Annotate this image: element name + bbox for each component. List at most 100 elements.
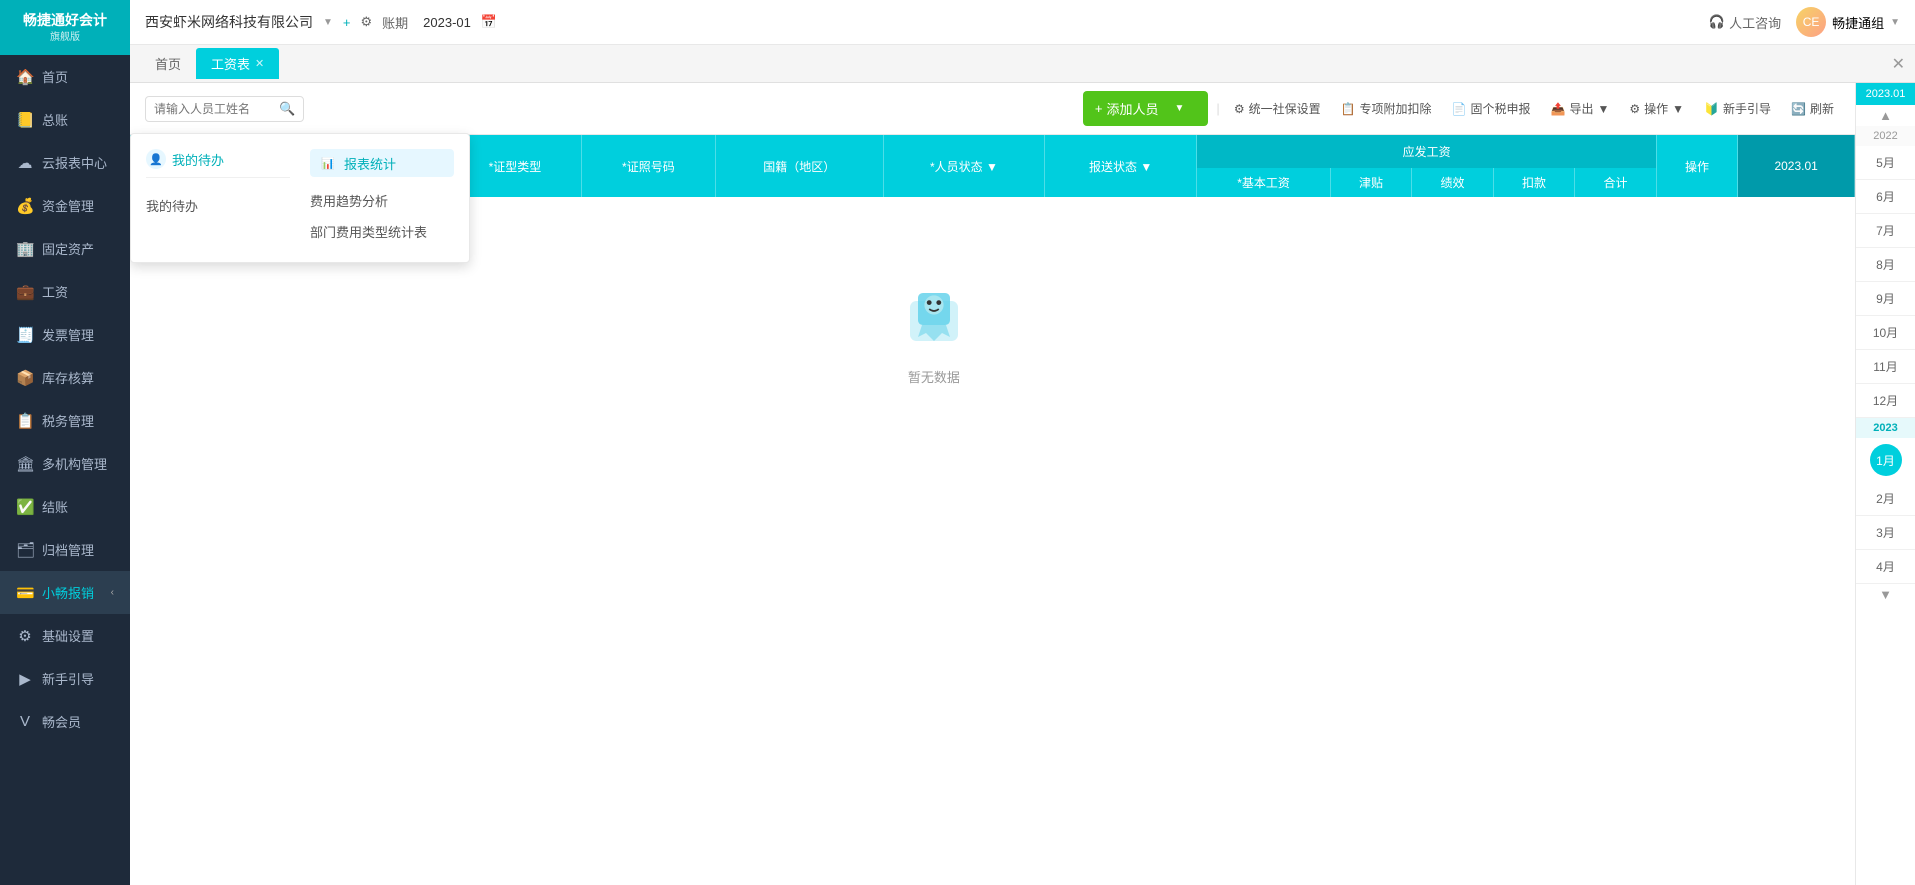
user-profile[interactable]: CE 畅捷通组 ▼ [1796,7,1900,37]
guide-btn[interactable]: 🔰 新手引导 [1698,100,1777,117]
tr-icon: 📄 [1452,102,1467,116]
month-12[interactable]: 12月 [1856,384,1915,418]
tabs-bar: 首页 工资表 ✕ ✕ [130,45,1915,83]
col-status: *人员状态 ▼ [883,135,1044,197]
toolbar: 🔍 + 添加人员 ▼ | ⚙ 统一社保设置 📋 专项附加扣除 [130,83,1855,135]
user-dropdown-arrow: ▼ [1890,17,1900,28]
toolbar-right: + 添加人员 ▼ | ⚙ 统一社保设置 📋 专项附加扣除 📄 [1083,91,1840,126]
empty-text: 暂无数据 [908,367,960,386]
month-9[interactable]: 9月 [1856,282,1915,316]
tax-report-btn[interactable]: 📄 固个税申报 [1446,100,1537,117]
sub-col-performance: 绩效 [1412,168,1494,197]
calendar-icon[interactable]: 📅 [481,14,497,30]
sidebar-item-cloud-report[interactable]: ☁ 云报表中心 [0,141,130,184]
ledger-icon: 📒 [16,111,34,129]
sidebar-item-home[interactable]: 🏠 首页 [0,55,130,98]
period-value: 2023-01 [423,15,471,30]
popup-cost-trend[interactable]: 费用趋势分析 [310,185,454,216]
current-year-section: 2023 1月 2月 3月 4月 [1856,418,1915,584]
sidebar-item-funds[interactable]: 💰 资金管理 [0,184,130,227]
op-arrow: ▼ [1672,102,1684,116]
export-btn[interactable]: 📤 导出 ▼ [1545,100,1616,117]
funds-icon: 💰 [16,197,34,215]
col-operations-header: 操作 [1656,135,1738,197]
tax-deduction-btn[interactable]: 📋 专项附加扣除 [1335,100,1438,117]
sidebar-item-close-account[interactable]: ✅ 结账 [0,485,130,528]
add-icon: + [1095,101,1103,116]
app-sub: 旗舰版 [50,28,80,43]
operation-btn[interactable]: ⚙ 操作 ▼ [1623,100,1690,117]
month-3[interactable]: 3月 [1856,516,1915,550]
month-2[interactable]: 2月 [1856,482,1915,516]
tab-close-btn[interactable]: ✕ [255,57,264,70]
sidebar-item-expense[interactable]: 💳 小畅报销 ‹ [0,571,130,614]
home-icon: 🏠 [16,68,34,86]
month-10[interactable]: 10月 [1856,316,1915,350]
month-4[interactable]: 4月 [1856,550,1915,584]
sidebar-item-invoice[interactable]: 🧾 发票管理 [0,313,130,356]
month-11[interactable]: 11月 [1856,350,1915,384]
popup-menu: 👤 我的待办 我的待办 📊 报表统计 费用趋势分析 部门费用类型统计表 [130,133,470,263]
month-7[interactable]: 7月 [1856,214,1915,248]
close-window-btn[interactable]: ✕ [1892,54,1905,74]
sidebar-item-general-ledger[interactable]: 📒 总账 [0,98,130,141]
si-label: 统一社保设置 [1249,100,1321,117]
sub-col-base: *基本工资 [1197,168,1330,197]
popup-reports-title: 报表统计 [344,154,396,173]
popup-col-reports: 📊 报表统计 费用趋势分析 部门费用类型统计表 [310,149,454,247]
month-5[interactable]: 5月 [1856,146,1915,180]
cloud-icon: ☁ [16,154,34,172]
tab-salary[interactable]: 工资表 ✕ [196,48,279,79]
tr-label: 固个税申报 [1471,100,1531,117]
social-insurance-btn[interactable]: ⚙ 统一社保设置 [1228,100,1327,117]
add-dropdown-caret: ▼ [1163,97,1197,120]
assets-icon: 🏢 [16,240,34,258]
sidebar-item-archive[interactable]: 🗂 归档管理 [0,528,130,571]
col-report-status: 报送状态 ▼ [1044,135,1196,197]
add-person-btn[interactable]: + 添加人员 ▼ [1083,91,1209,126]
archive-icon: 🗂 [16,541,34,559]
sub-col-total: 合计 [1575,168,1657,197]
support-btn[interactable]: 🎧 人工咨询 [1709,13,1781,32]
top-header: 西安虾米网络科技有限公司 ▼ + ⚙ 账期 2023-01 📅 🎧 人工咨询 C… [130,0,1915,45]
month-1-active[interactable]: 1月 [1870,444,1902,476]
month-6[interactable]: 6月 [1856,180,1915,214]
sidebar-item-salary[interactable]: 💼 工资 [0,270,130,313]
sidebar-item-member[interactable]: V 畅会员 [0,700,130,743]
main-area: 西安虾米网络科技有限公司 ▼ + ⚙ 账期 2023-01 📅 🎧 人工咨询 C… [130,0,1915,885]
month-8[interactable]: 8月 [1856,248,1915,282]
sidebar-item-inventory[interactable]: 📦 库存核算 [0,356,130,399]
popup-dept-cost[interactable]: 部门费用类型统计表 [310,216,454,247]
empty-illustration [894,277,974,357]
inventory-icon: 📦 [16,369,34,387]
search-input[interactable] [154,102,274,116]
sidebar-item-fixed-assets[interactable]: 🏢 固定资产 [0,227,130,270]
sidebar-item-tax[interactable]: 📋 税务管理 [0,399,130,442]
sidebar-item-settings[interactable]: ⚙ 基础设置 [0,614,130,657]
sidebar-item-label: 库存核算 [42,368,94,387]
company-name: 西安虾米网络科技有限公司 [145,12,313,32]
period-label: 账期 [382,13,408,32]
prev-year-label: 2022 [1856,126,1915,146]
export-arrow: ▼ [1598,102,1610,116]
sidebar-item-label: 税务管理 [42,411,94,430]
add-company-btn[interactable]: + [343,15,351,30]
refresh-btn[interactable]: 🔄 刷新 [1785,100,1840,117]
strip-up-btn[interactable]: ▲ [1856,105,1915,126]
col-id-number: *证照号码 [582,135,715,197]
support-label: 人工咨询 [1729,13,1781,32]
tab-home[interactable]: 首页 [140,48,196,79]
sidebar-item-multi-org[interactable]: 🏛 多机构管理 [0,442,130,485]
search-icon[interactable]: 🔍 [279,101,295,117]
month-strip: 2023.01 ▲ 2022 5月 6月 7月 8月 9月 10月 11月 12… [1855,83,1915,885]
company-dropdown-arrow[interactable]: ▼ [323,17,333,28]
popup-my-todo[interactable]: 我的待办 [146,190,290,221]
expense-popup: 👤 我的待办 我的待办 📊 报表统计 费用趋势分析 部门费用类型统计表 [130,133,470,263]
header-right: 🎧 人工咨询 CE 畅捷通组 ▼ [1709,7,1900,37]
strip-down-btn[interactable]: ▼ [1856,584,1915,605]
sidebar-item-label: 小畅报销 [42,583,94,602]
report-icon: 📊 [318,153,338,173]
sidebar-item-guide[interactable]: ▶ 新手引导 [0,657,130,700]
app-logo: 畅捷通好会计 旗舰版 [0,0,130,55]
settings-icon[interactable]: ⚙ [361,14,373,30]
